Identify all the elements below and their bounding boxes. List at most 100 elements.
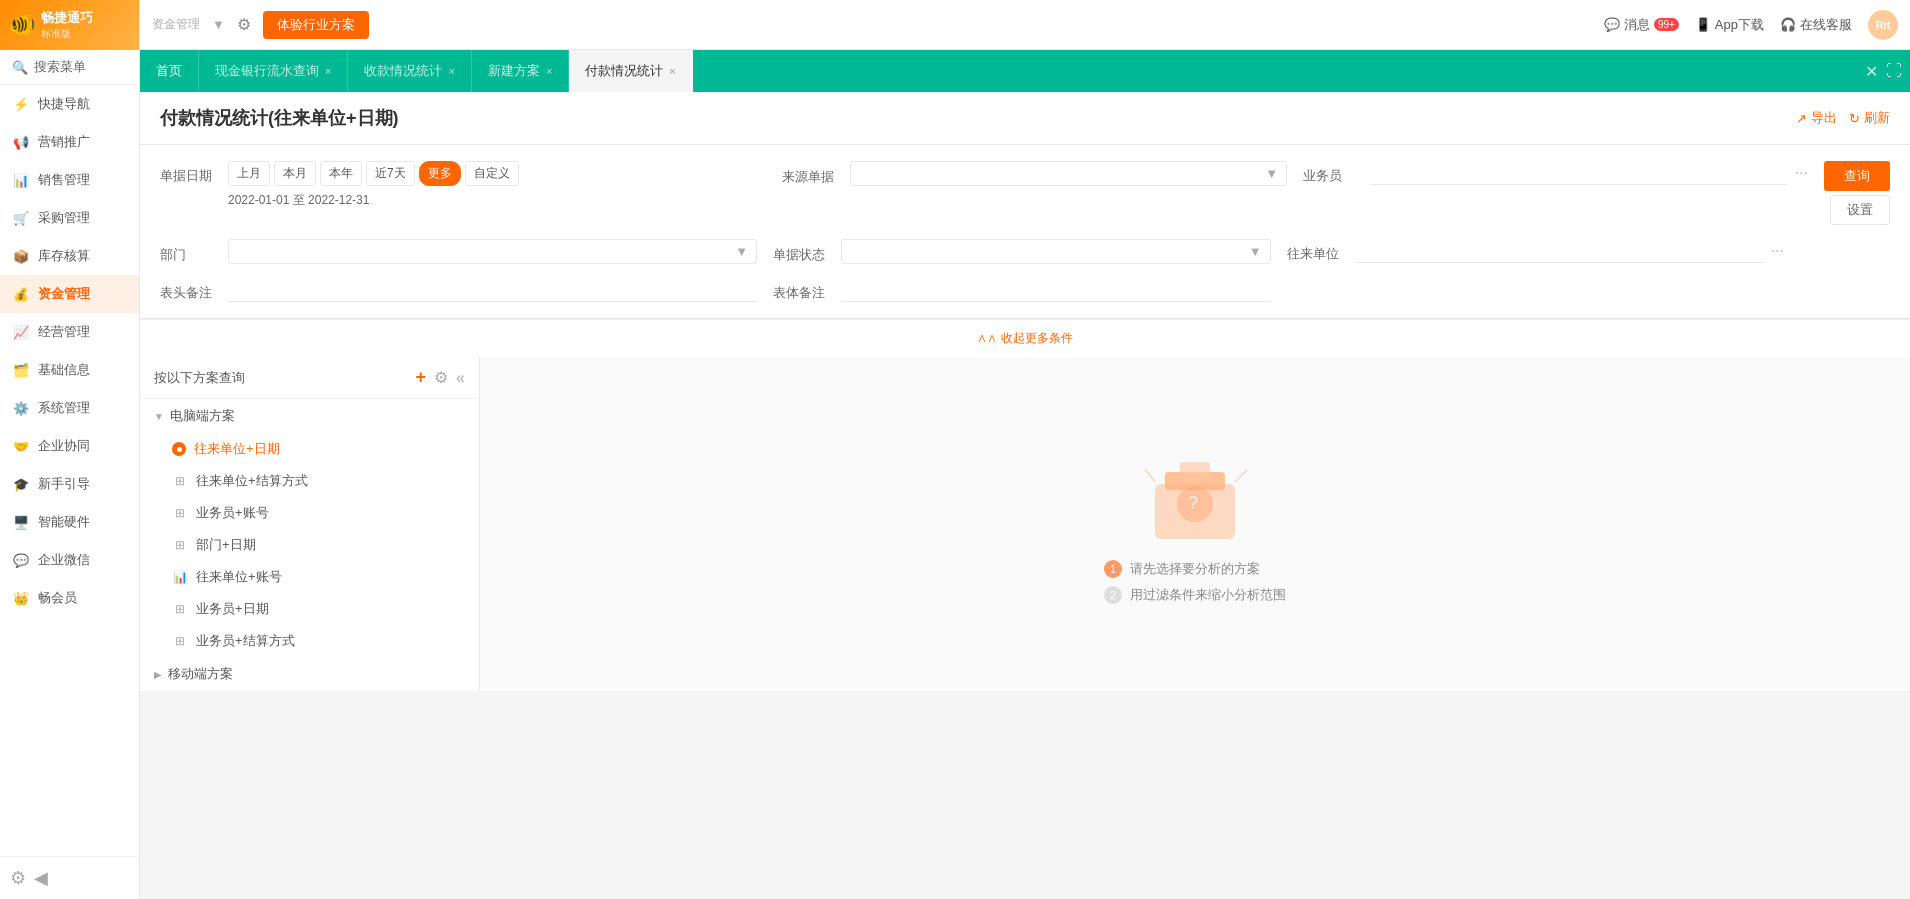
- scheme-panel-title: 按以下方案查询: [154, 369, 408, 387]
- staff-label: 业务员: [1303, 161, 1363, 185]
- topbar-settings-icon[interactable]: ⚙: [237, 15, 251, 34]
- hint-num-1: 1: [1104, 560, 1122, 578]
- scheme-add-icon[interactable]: +: [416, 367, 427, 388]
- empty-svg: ?: [1135, 444, 1255, 544]
- sidebar-item-label: 销售管理: [38, 171, 90, 189]
- svg-line-6: [1235, 470, 1247, 482]
- mobile-group-header[interactable]: ▶ 移动端方案: [140, 657, 479, 691]
- doc-status-select[interactable]: ▼: [841, 239, 1271, 264]
- counterpart-more-btn[interactable]: ···: [1771, 242, 1784, 260]
- topbar: 资金管理 ▼ ⚙ 体验行业方案 💬 消息 99+ 📱 App下载 🎧 在线客服 …: [140, 0, 1910, 50]
- tab-cashflow-close[interactable]: ×: [325, 65, 331, 77]
- sidebar-item-operations[interactable]: 📈 经营管理: [0, 313, 139, 351]
- message-btn[interactable]: 💬 消息 99+: [1604, 16, 1679, 34]
- app-download-btn[interactable]: 📱 App下载: [1695, 16, 1764, 34]
- export-button[interactable]: ↗ 导出: [1796, 109, 1837, 127]
- sidebar-item-system[interactable]: ⚙️ 系统管理: [0, 389, 139, 427]
- counterpart-input[interactable]: [1355, 239, 1763, 263]
- staff-input[interactable]: [1371, 161, 1787, 185]
- sales-icon: 📊: [12, 171, 30, 189]
- sidebar-item-basics[interactable]: 🗂️ 基础信息: [0, 351, 139, 389]
- date-btn-this-month[interactable]: 本月: [274, 161, 316, 186]
- tab-expand-icon[interactable]: ⛶: [1886, 62, 1902, 80]
- refresh-button[interactable]: ↻ 刷新: [1849, 109, 1890, 127]
- topbar-dropdown-icon[interactable]: ▼: [212, 17, 225, 32]
- staff-more-btn[interactable]: ···: [1795, 164, 1808, 182]
- scheme-panel-icons: + ⚙ «: [416, 367, 465, 388]
- sidebar-item-cooperation[interactable]: 🤝 企业协同: [0, 427, 139, 465]
- scheme-item-counterpart-date[interactable]: 往来单位+日期: [140, 433, 479, 465]
- scheme-item-staff-date[interactable]: ⊞ 业务员+日期: [140, 593, 479, 625]
- hint-1: 1 请先选择要分析的方案: [1104, 560, 1286, 578]
- app-download-label: App下载: [1715, 16, 1764, 34]
- tab-home[interactable]: 首页: [140, 50, 199, 92]
- search-menu-label: 搜索菜单: [34, 58, 86, 76]
- date-btn-7days[interactable]: 近7天: [366, 161, 415, 186]
- sidebar-item-quick-nav[interactable]: ⚡ 快捷导航: [0, 85, 139, 123]
- pc-group-header[interactable]: ▼ 电脑端方案: [140, 399, 479, 433]
- purchase-icon: 🛒: [12, 209, 30, 227]
- tab-new-scheme[interactable]: 新建方案 ×: [472, 50, 569, 92]
- trial-button[interactable]: 体验行业方案: [263, 11, 369, 39]
- body-note-input[interactable]: [841, 278, 1271, 302]
- tab-receivable[interactable]: 收款情况统计 ×: [348, 50, 471, 92]
- sidebar-item-sales[interactable]: 📊 销售管理: [0, 161, 139, 199]
- sidebar-item-member[interactable]: 👑 畅会员: [0, 579, 139, 617]
- tab-payment-stats[interactable]: 付款情况统计 ×: [569, 50, 692, 92]
- date-btn-this-year[interactable]: 本年: [320, 161, 362, 186]
- scheme-item-staff-account[interactable]: ⊞ 业务员+账号: [140, 497, 479, 529]
- scheme-settings-icon[interactable]: ⚙: [434, 368, 448, 387]
- search-menu[interactable]: 🔍 搜索菜单: [0, 50, 139, 85]
- tab-new-scheme-close[interactable]: ×: [546, 65, 552, 77]
- sidebar-item-hardware[interactable]: 🖥️ 智能硬件: [0, 503, 139, 541]
- source-select[interactable]: ▼: [850, 161, 1287, 186]
- pc-group-label: 电脑端方案: [170, 407, 235, 425]
- customer-service-btn[interactable]: 🎧 在线客服: [1780, 16, 1852, 34]
- tab-receivable-close[interactable]: ×: [448, 65, 454, 77]
- doc-status-arrow: ▼: [1249, 244, 1262, 259]
- tab-cashflow-label: 现金银行流水查询: [215, 62, 319, 80]
- sidebar-item-wechat[interactable]: 💬 企业微信: [0, 541, 139, 579]
- sidebar-settings-icon[interactable]: ⚙: [10, 867, 26, 889]
- sidebar-item-guide[interactable]: 🎓 新手引导: [0, 465, 139, 503]
- scheme-collapse-btn[interactable]: «: [456, 369, 465, 387]
- source-label: 来源单据: [782, 162, 842, 186]
- scheme-item-label: 往来单位+账号: [196, 568, 282, 586]
- date-btn-last-month[interactable]: 上月: [228, 161, 270, 186]
- message-label: 消息: [1624, 16, 1650, 34]
- tab-cashflow[interactable]: 现金银行流水查询 ×: [199, 50, 348, 92]
- scheme-item-counterpart-account[interactable]: 📊 往来单位+账号: [140, 561, 479, 593]
- sidebar-item-purchase[interactable]: 🛒 采购管理: [0, 199, 139, 237]
- settings-button[interactable]: 设置: [1830, 195, 1890, 225]
- sidebar-item-marketing[interactable]: 📢 营销推广: [0, 123, 139, 161]
- header-note-input[interactable]: [228, 278, 757, 302]
- customer-service-label: 在线客服: [1800, 16, 1852, 34]
- guide-icon: 🎓: [12, 475, 30, 493]
- dept-select[interactable]: ▼: [228, 239, 757, 264]
- tab-payment-stats-close[interactable]: ×: [669, 65, 675, 77]
- scheme-item-label: 业务员+账号: [196, 504, 269, 522]
- date-buttons: 上月 本月 本年 近7天 更多 自定义: [228, 161, 519, 186]
- collapse-bar[interactable]: ∧∧ 收起更多条件: [140, 319, 1910, 357]
- user-avatar[interactable]: Rit: [1868, 10, 1898, 40]
- sidebar-item-finance[interactable]: 💰 资金管理: [0, 275, 139, 313]
- body-note-label: 表体备注: [773, 278, 833, 302]
- tab-payment-stats-label: 付款情况统计: [585, 62, 663, 80]
- empty-hints: 1 请先选择要分析的方案 2 用过滤条件来缩小分析范围: [1104, 560, 1286, 604]
- scheme-radio-icon: [172, 442, 186, 456]
- tab-close-all-icon[interactable]: ✕: [1865, 62, 1878, 81]
- topbar-right: 💬 消息 99+ 📱 App下载 🎧 在线客服 Rit: [1604, 10, 1898, 40]
- date-btn-custom[interactable]: 自定义: [465, 161, 519, 186]
- scheme-item-dept-date[interactable]: ⊞ 部门+日期: [140, 529, 479, 561]
- scheme-item-staff-settle[interactable]: ⊞ 业务员+结算方式: [140, 625, 479, 657]
- refresh-label: 刷新: [1864, 109, 1890, 127]
- member-icon: 👑: [12, 589, 30, 607]
- date-btn-more[interactable]: 更多: [419, 161, 461, 186]
- sidebar-item-inventory[interactable]: 📦 库存核算: [0, 237, 139, 275]
- sidebar-collapse-icon[interactable]: ◀: [34, 867, 48, 889]
- scheme-item-counterpart-settle[interactable]: ⊞ 往来单位+结算方式: [140, 465, 479, 497]
- sidebar-item-label: 新手引导: [38, 475, 90, 493]
- tab-home-label: 首页: [156, 62, 182, 80]
- service-icon: 🎧: [1780, 17, 1796, 32]
- query-button[interactable]: 查询: [1824, 161, 1890, 191]
